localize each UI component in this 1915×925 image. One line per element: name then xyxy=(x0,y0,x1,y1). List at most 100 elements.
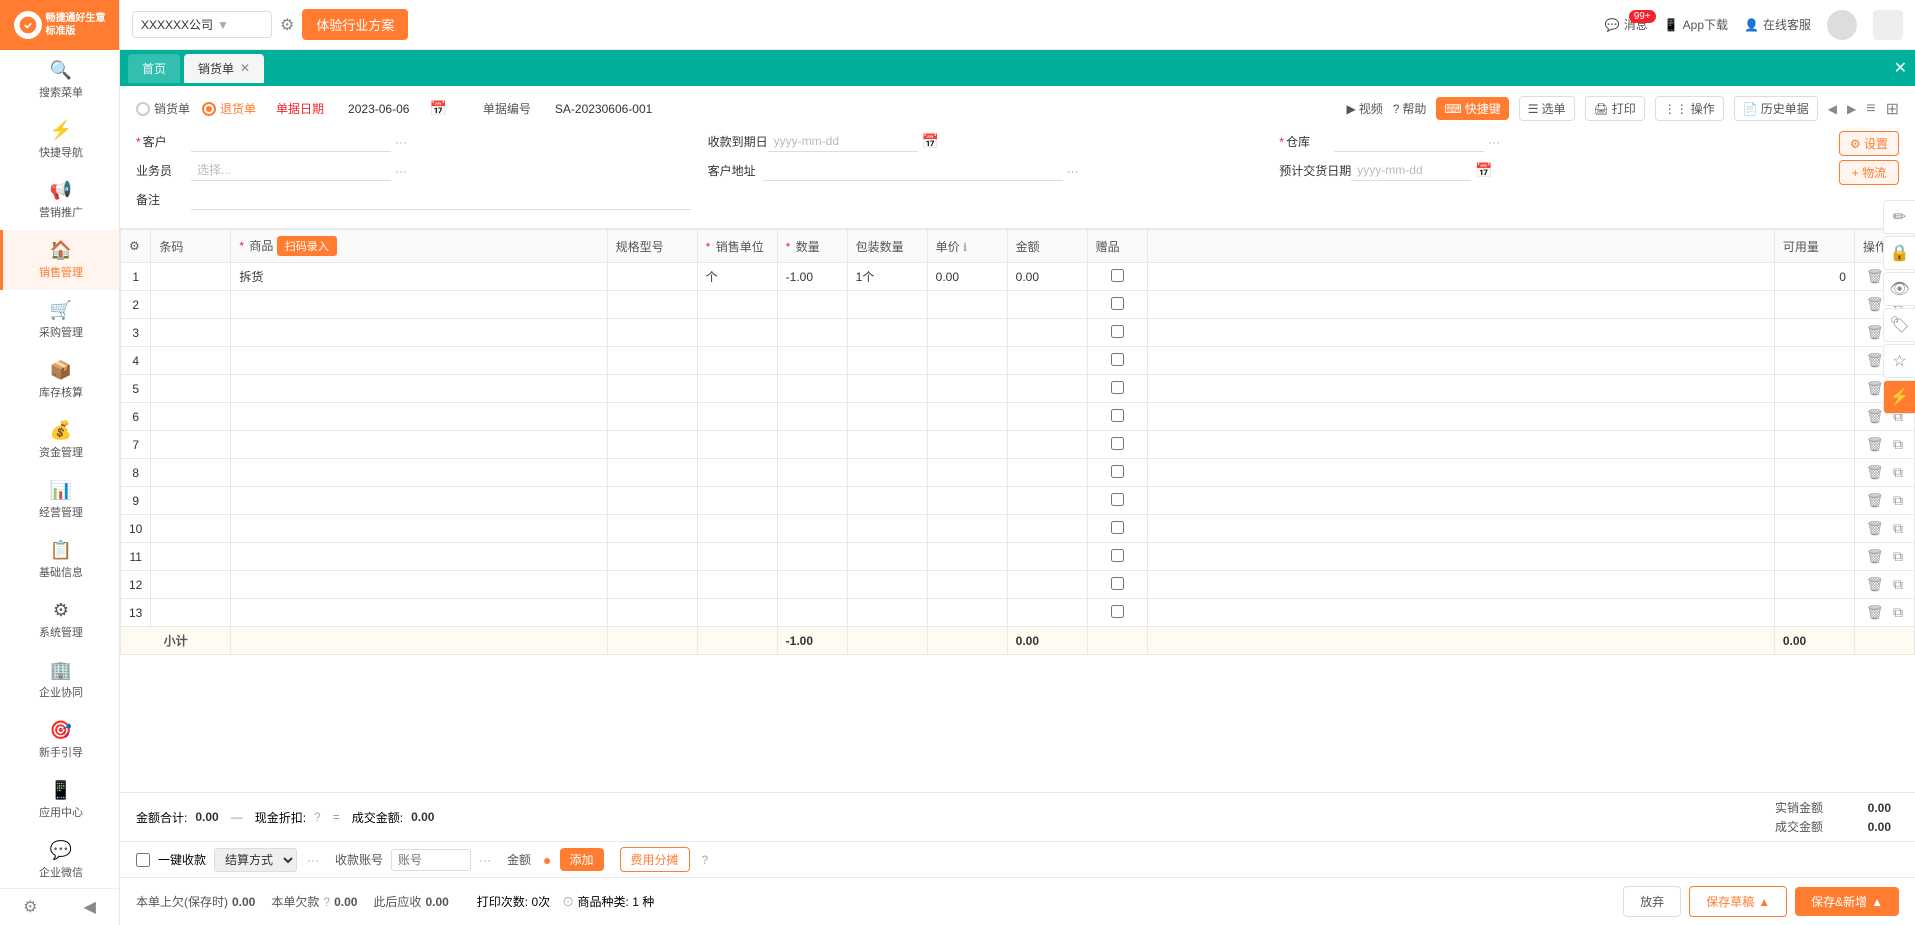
cell-barcode[interactable] xyxy=(151,571,231,599)
customer-address-input[interactable] xyxy=(763,160,1063,181)
cell-unit[interactable]: 个 xyxy=(697,263,777,291)
salesperson-input[interactable] xyxy=(191,160,391,181)
cell-price[interactable] xyxy=(927,375,1007,403)
cell-barcode[interactable] xyxy=(151,515,231,543)
gift-checkbox[interactable] xyxy=(1111,493,1124,506)
cell-pkgqty[interactable]: 1个 xyxy=(847,263,927,291)
cell-price[interactable] xyxy=(927,459,1007,487)
cell-unit[interactable] xyxy=(697,431,777,459)
cell-amount[interactable] xyxy=(1007,319,1087,347)
try-industry-button[interactable]: 体验行业方案 xyxy=(302,9,408,40)
cell-product[interactable] xyxy=(231,431,607,459)
cell-price[interactable] xyxy=(927,347,1007,375)
print-button[interactable]: 🖨 打印 xyxy=(1585,96,1645,121)
cell-amount[interactable] xyxy=(1007,515,1087,543)
user-avatar[interactable] xyxy=(1827,10,1857,40)
cell-price[interactable] xyxy=(927,571,1007,599)
gift-checkbox[interactable] xyxy=(1111,549,1124,562)
cell-gift[interactable] xyxy=(1087,263,1147,291)
cell-price[interactable] xyxy=(927,515,1007,543)
cell-gift[interactable] xyxy=(1087,347,1147,375)
cell-price[interactable] xyxy=(927,599,1007,627)
cell-product[interactable] xyxy=(231,375,607,403)
cell-price[interactable] xyxy=(927,403,1007,431)
select-order-button[interactable]: ☰ 选单 xyxy=(1519,96,1575,121)
gift-checkbox[interactable] xyxy=(1111,409,1124,422)
actions-button[interactable]: ⋮⋮ 操作 xyxy=(1655,96,1724,121)
gift-checkbox[interactable] xyxy=(1111,297,1124,310)
gift-checkbox[interactable] xyxy=(1111,325,1124,338)
cash-discount-info[interactable]: ? xyxy=(314,810,321,824)
cell-spec[interactable] xyxy=(607,263,697,291)
cell-gift[interactable] xyxy=(1087,431,1147,459)
cell-amount[interactable] xyxy=(1007,347,1087,375)
cell-qty[interactable] xyxy=(777,571,847,599)
gift-checkbox[interactable] xyxy=(1111,465,1124,478)
cell-pkgqty[interactable] xyxy=(847,347,927,375)
cell-spec[interactable] xyxy=(607,543,697,571)
cell-product[interactable]: 拆货 xyxy=(231,263,607,291)
gift-checkbox[interactable] xyxy=(1111,437,1124,450)
price-info-icon[interactable]: ℹ xyxy=(963,242,967,254)
cell-spec[interactable] xyxy=(607,347,697,375)
cell-product[interactable] xyxy=(231,403,607,431)
cell-qty[interactable] xyxy=(777,291,847,319)
salesperson-dots[interactable]: ··· xyxy=(395,164,407,178)
cell-spec[interactable] xyxy=(607,459,697,487)
tool-help[interactable]: ? 帮助 xyxy=(1393,100,1427,117)
cell-barcode[interactable] xyxy=(151,543,231,571)
payment-method-select[interactable]: 结算方式 xyxy=(214,848,297,872)
online-support-button[interactable]: 👤 在线客服 xyxy=(1744,16,1811,33)
cell-qty[interactable] xyxy=(777,459,847,487)
cell-unit[interactable] xyxy=(697,543,777,571)
cell-unit[interactable] xyxy=(697,571,777,599)
cell-qty[interactable] xyxy=(777,543,847,571)
cell-price[interactable]: 0.00 xyxy=(927,263,1007,291)
copy-row-button[interactable]: ⧉ xyxy=(1890,576,1906,593)
sidebar-item-search[interactable]: 🔍 搜索菜单 xyxy=(0,50,119,110)
one-click-checkbox[interactable] xyxy=(136,853,150,867)
cell-pkgqty[interactable] xyxy=(847,291,927,319)
cell-amount[interactable] xyxy=(1007,431,1087,459)
cell-barcode[interactable] xyxy=(151,403,231,431)
cell-amount[interactable] xyxy=(1007,403,1087,431)
cell-spec[interactable] xyxy=(607,291,697,319)
sidebar-item-operation[interactable]: 📊 经营管理 xyxy=(0,470,119,530)
cell-gift[interactable] xyxy=(1087,599,1147,627)
gift-checkbox[interactable] xyxy=(1111,269,1124,282)
cell-qty[interactable] xyxy=(777,375,847,403)
payment-date-calendar-icon[interactable]: 📅 xyxy=(922,133,939,150)
cell-spec[interactable] xyxy=(607,431,697,459)
history-button[interactable]: 📄 历史单据 xyxy=(1734,96,1818,121)
cell-qty[interactable] xyxy=(777,403,847,431)
cell-amount[interactable] xyxy=(1007,487,1087,515)
sidebar-item-base[interactable]: 📋 基础信息 xyxy=(0,530,119,590)
notes-input[interactable] xyxy=(191,189,691,210)
cell-pkgqty[interactable] xyxy=(847,571,927,599)
cell-amount[interactable] xyxy=(1007,459,1087,487)
cell-barcode[interactable] xyxy=(151,263,231,291)
cell-pkgqty[interactable] xyxy=(847,599,927,627)
cell-barcode[interactable] xyxy=(151,459,231,487)
radio-return[interactable]: 退货单 xyxy=(202,100,256,117)
cell-unit[interactable] xyxy=(697,375,777,403)
cell-unit[interactable] xyxy=(697,319,777,347)
customer-input[interactable] xyxy=(191,131,391,152)
cell-qty[interactable] xyxy=(777,347,847,375)
cell-spec[interactable] xyxy=(607,515,697,543)
cell-product[interactable] xyxy=(231,459,607,487)
cell-price[interactable] xyxy=(927,291,1007,319)
cell-spec[interactable] xyxy=(607,319,697,347)
tool-video[interactable]: ▶ 视频 xyxy=(1346,100,1382,117)
sidebar-settings-icon[interactable]: ⚙ xyxy=(23,897,37,917)
cell-price[interactable] xyxy=(927,319,1007,347)
cell-unit[interactable] xyxy=(697,403,777,431)
copy-row-button[interactable]: ⧉ xyxy=(1890,436,1906,453)
copy-row-button[interactable]: ⧉ xyxy=(1890,492,1906,509)
cell-unit[interactable] xyxy=(697,347,777,375)
cell-pkgqty[interactable] xyxy=(847,375,927,403)
cell-amount[interactable] xyxy=(1007,599,1087,627)
nav-next-icon[interactable]: ▶ xyxy=(1847,102,1856,116)
delete-row-button[interactable]: 🗑 xyxy=(1863,548,1887,565)
cell-amount[interactable] xyxy=(1007,375,1087,403)
